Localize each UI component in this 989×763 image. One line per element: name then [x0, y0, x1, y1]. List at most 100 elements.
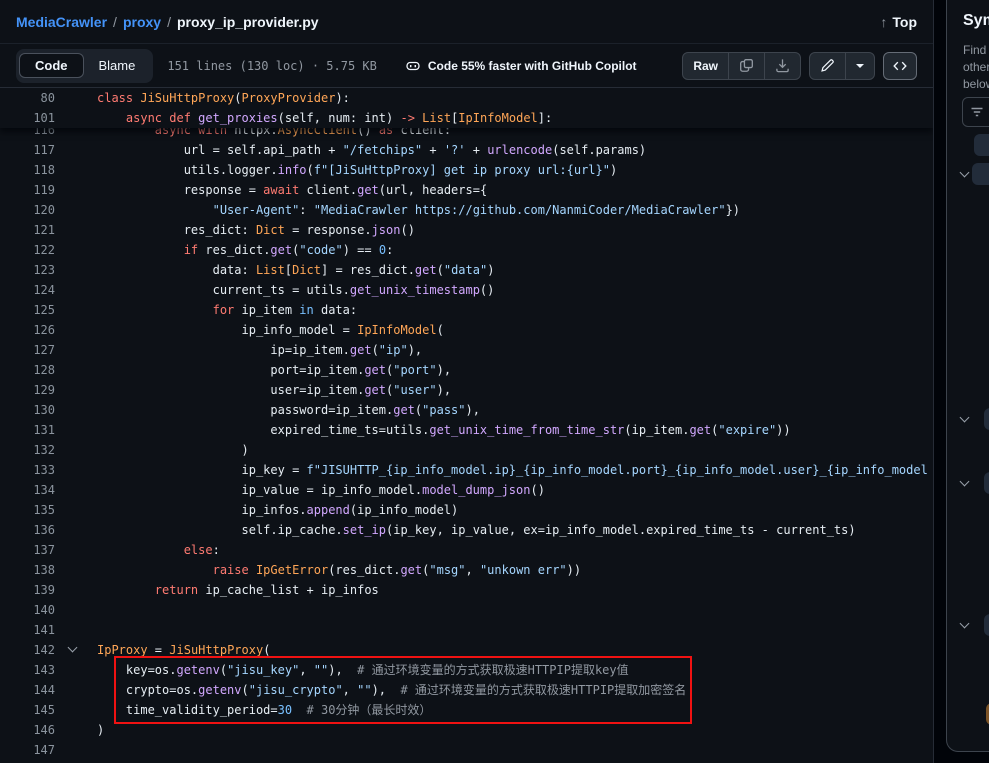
- gutter: [55, 560, 97, 580]
- code-text: if res_dict.get("code") == 0:: [97, 240, 393, 260]
- code-text: ip_info_model = IpInfoModel(: [97, 320, 444, 340]
- symbol-item-pill[interactable]: [974, 134, 989, 156]
- line-number[interactable]: 145: [0, 700, 55, 720]
- code-text: IpProxy = JiSuHttpProxy(: [97, 640, 270, 660]
- gutter: [55, 460, 97, 480]
- breadcrumb-repo-link[interactable]: MediaCrawler: [16, 14, 107, 30]
- back-to-top-link[interactable]: ↑ Top: [880, 14, 917, 30]
- code-line: 141: [0, 620, 933, 640]
- gutter: [55, 440, 97, 460]
- code-line: 140: [0, 600, 933, 620]
- code-line: 143 key=os.getenv("jisu_key", ""), # 通过环…: [0, 660, 933, 680]
- toolbar-actions: Raw: [682, 52, 917, 80]
- symbols-panel-description: Find other below: [963, 42, 989, 93]
- line-number[interactable]: 80: [0, 88, 55, 108]
- breadcrumb-folder-link[interactable]: proxy: [123, 14, 161, 30]
- line-number[interactable]: 119: [0, 180, 55, 200]
- line-number[interactable]: 124: [0, 280, 55, 300]
- code-line: 130 password=ip_item.get("pass"),: [0, 400, 933, 420]
- line-number[interactable]: 126: [0, 320, 55, 340]
- symbol-group-chevron-icon[interactable]: [960, 168, 970, 178]
- line-number[interactable]: 120: [0, 200, 55, 220]
- code-line: 146): [0, 720, 933, 740]
- code-line: 123 data: List[Dict] = res_dict.get("dat…: [0, 260, 933, 280]
- line-number[interactable]: 128: [0, 360, 55, 380]
- tab-blame[interactable]: Blame: [84, 54, 151, 77]
- line-number[interactable]: 140: [0, 600, 55, 620]
- line-number[interactable]: 141: [0, 620, 55, 640]
- arrow-up-icon: ↑: [880, 14, 887, 30]
- code-text: self.ip_cache.set_ip(ip_key, ip_value, e…: [97, 520, 856, 540]
- line-number[interactable]: 127: [0, 340, 55, 360]
- line-number[interactable]: 132: [0, 440, 55, 460]
- code-text: "User-Agent": "MediaCrawler https://gith…: [97, 200, 740, 220]
- line-number[interactable]: 129: [0, 380, 55, 400]
- line-number[interactable]: 133: [0, 460, 55, 480]
- collapse-chevron-icon[interactable]: [68, 643, 78, 653]
- code-line: 128 port=ip_item.get("port"),: [0, 360, 933, 380]
- line-number[interactable]: 142: [0, 640, 55, 660]
- raw-button-group: Raw: [682, 52, 801, 80]
- file-toolbar: Code Blame 151 lines (130 loc) · 5.75 KB…: [0, 44, 933, 88]
- line-number[interactable]: 131: [0, 420, 55, 440]
- edit-dropdown-button[interactable]: [845, 53, 874, 79]
- line-number[interactable]: 146: [0, 720, 55, 740]
- line-number[interactable]: 130: [0, 400, 55, 420]
- line-number[interactable]: 136: [0, 520, 55, 540]
- github-file-view: MediaCrawler / proxy / proxy_ip_provider…: [0, 0, 989, 763]
- copy-raw-button[interactable]: [728, 53, 764, 79]
- code-text: ip=ip_item.get("ip"),: [97, 340, 422, 360]
- code-text: else:: [97, 540, 220, 560]
- code-line: 120 "User-Agent": "MediaCrawler https://…: [0, 200, 933, 220]
- copilot-banner[interactable]: Code 55% faster with GitHub Copilot: [405, 58, 637, 74]
- code-text: ip_value = ip_info_model.model_dump_json…: [97, 480, 545, 500]
- code-line: 136 self.ip_cache.set_ip(ip_key, ip_valu…: [0, 520, 933, 540]
- line-number[interactable]: 121: [0, 220, 55, 240]
- gutter: [55, 520, 97, 540]
- code-line: 139 return ip_cache_list + ip_infos: [0, 580, 933, 600]
- symbol-item-pill[interactable]: [984, 408, 989, 430]
- line-number[interactable]: 143: [0, 660, 55, 680]
- line-number[interactable]: 117: [0, 140, 55, 160]
- symbol-item-pill[interactable]: [984, 472, 989, 494]
- line-number[interactable]: 138: [0, 560, 55, 580]
- code-line: 127 ip=ip_item.get("ip"),: [0, 340, 933, 360]
- symbols-panel-heading: Sym: [963, 12, 989, 30]
- chevron-down-icon: [856, 64, 864, 68]
- code-lines: 116 async with httpx.AsyncClient() as cl…: [0, 120, 933, 760]
- code-text: current_ts = utils.get_unix_timestamp(): [97, 280, 494, 300]
- gutter: [55, 480, 97, 500]
- download-raw-button[interactable]: [764, 53, 800, 79]
- line-number[interactable]: 122: [0, 240, 55, 260]
- tab-code[interactable]: Code: [19, 53, 84, 78]
- line-number[interactable]: 137: [0, 540, 55, 560]
- gutter: [55, 680, 97, 700]
- line-number[interactable]: 125: [0, 300, 55, 320]
- edit-file-button[interactable]: [810, 53, 845, 79]
- code-line: 142 IpProxy = JiSuHttpProxy(: [0, 640, 933, 660]
- edit-button-group: [809, 52, 875, 80]
- line-number[interactable]: 135: [0, 500, 55, 520]
- line-number[interactable]: 139: [0, 580, 55, 600]
- line-number[interactable]: 118: [0, 160, 55, 180]
- line-number[interactable]: 147: [0, 740, 55, 760]
- raw-button[interactable]: Raw: [683, 53, 728, 79]
- symbol-item-pill[interactable]: [972, 163, 989, 185]
- filter-symbols-button[interactable]: [962, 97, 989, 127]
- code-text: user=ip_item.get("user"),: [97, 380, 451, 400]
- line-number[interactable]: 134: [0, 480, 55, 500]
- line-number[interactable]: 144: [0, 680, 55, 700]
- gutter: [55, 660, 97, 680]
- line-number[interactable]: 123: [0, 260, 55, 280]
- symbol-group-chevron-icon[interactable]: [960, 413, 970, 423]
- symbol-group-chevron-icon[interactable]: [960, 619, 970, 629]
- code-text: data: List[Dict] = res_dict.get("data"): [97, 260, 494, 280]
- gutter: [55, 740, 97, 760]
- line-number[interactable]: 101: [0, 108, 55, 128]
- gutter: [55, 500, 97, 520]
- code-line: 131 expired_time_ts=utils.get_unix_time_…: [0, 420, 933, 440]
- symbol-group-chevron-icon[interactable]: [960, 477, 970, 487]
- symbols-panel-toggle-button[interactable]: [883, 52, 917, 80]
- symbol-item-pill[interactable]: [984, 614, 989, 636]
- code-text: ): [97, 720, 104, 740]
